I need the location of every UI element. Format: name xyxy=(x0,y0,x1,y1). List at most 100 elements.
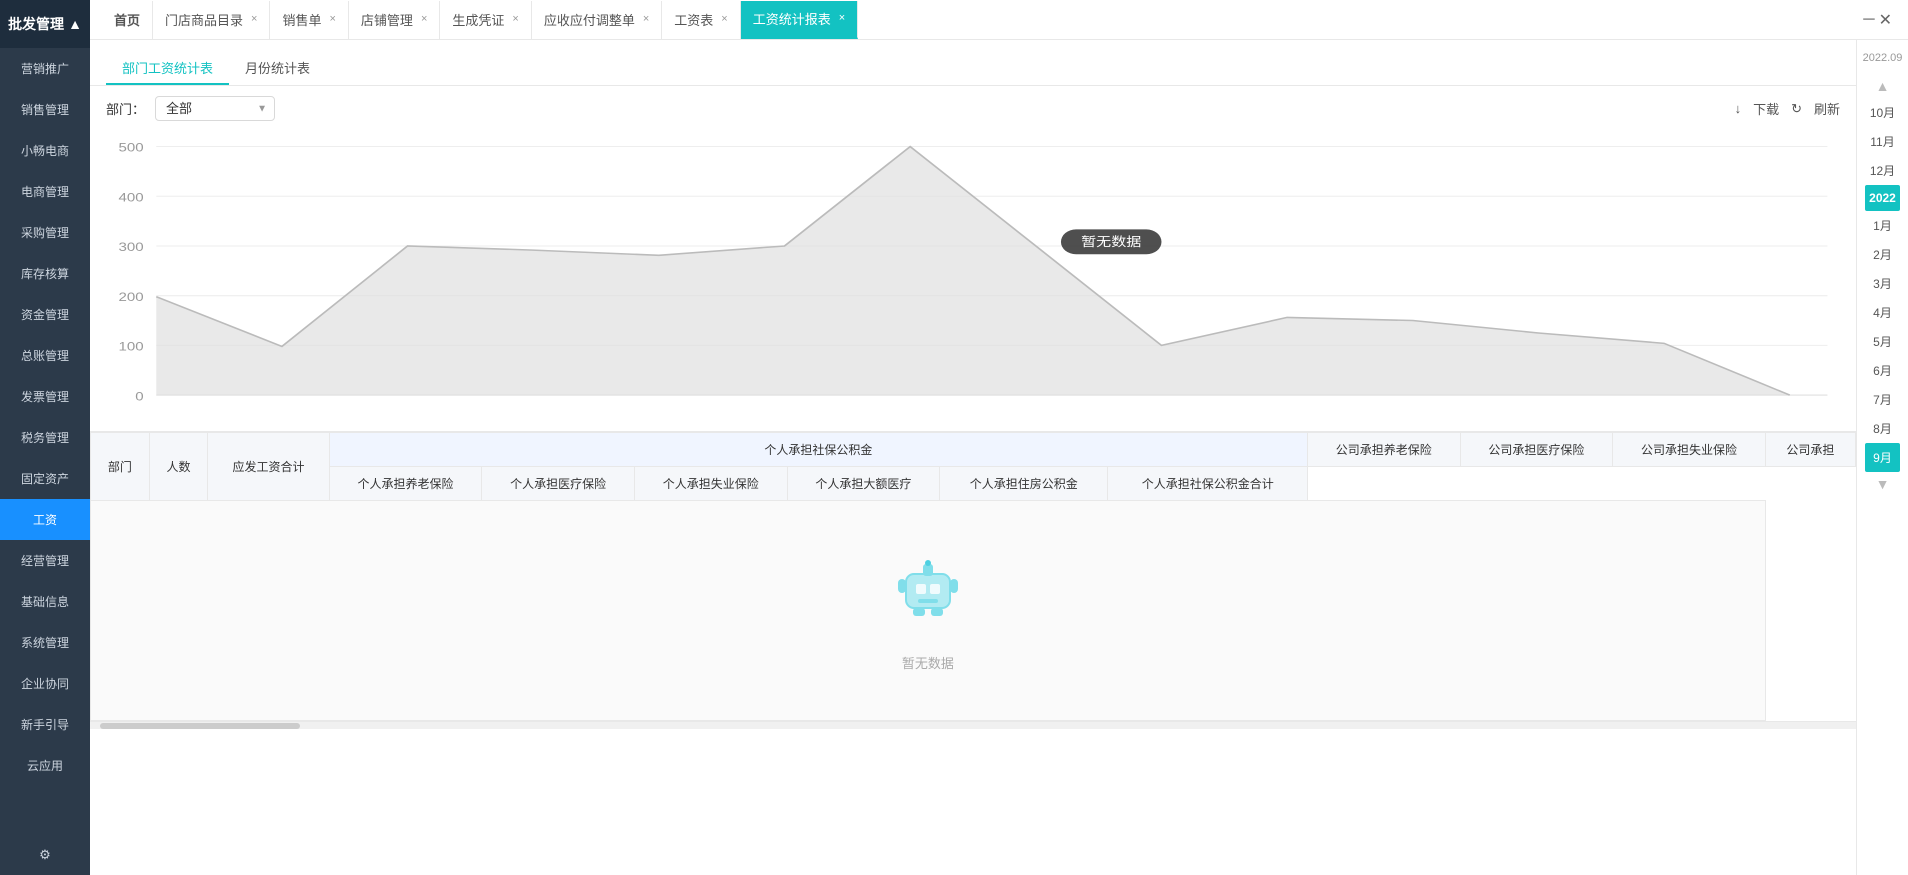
sidebar-header[interactable]: 批发管理 ▲ xyxy=(0,0,90,48)
month-item-2月[interactable]: 2月 xyxy=(1865,240,1900,269)
tab-工资表[interactable]: 工资表 × xyxy=(662,1,740,39)
sidebar-item-销售管理[interactable]: 销售管理 xyxy=(0,89,90,130)
tab-label: 店铺管理 xyxy=(361,10,413,29)
tab-销售单[interactable]: 销售单 × xyxy=(270,1,348,39)
sidebar-item-营销推广[interactable]: 营销推广 xyxy=(0,48,90,89)
month-item-5月[interactable]: 5月 xyxy=(1865,327,1900,356)
month-item-4月[interactable]: 4月 xyxy=(1865,298,1900,327)
col-group-personal: 个人承担社保公积金 xyxy=(329,433,1307,467)
tab-label: 销售单 xyxy=(282,10,321,29)
tab-close-icon[interactable]: × xyxy=(643,14,649,25)
month-item-12月[interactable]: 12月 xyxy=(1865,156,1900,185)
sidebar-item-库存核算[interactable]: 库存核算 xyxy=(0,253,90,294)
table-container: 部门 人数 应发工资合计 个人承担社保公积金 公司承担养老保险 公司承担医疗保险… xyxy=(90,431,1856,875)
tab-close-icon[interactable]: × xyxy=(421,14,427,25)
sub-tab-月份统计表[interactable]: 月份统计表 xyxy=(229,52,326,85)
empty-state-cell: 暂无数据 xyxy=(91,501,1766,721)
sidebar: 批发管理 ▲ 营销推广销售管理小畅电商电商管理采购管理库存核算资金管理总账管理发… xyxy=(0,0,90,875)
sidebar-item-云应用[interactable]: 云应用 xyxy=(0,745,90,786)
tab-bar: 首页门店商品目录×销售单×店铺管理×生成凭证×应收应付调整单×工资表×工资统计报… xyxy=(90,0,1908,40)
month-item-1月[interactable]: 1月 xyxy=(1865,211,1900,240)
page-content: 部门工资统计表月份统计表 部门： 全部 销售部 财务部 技术部 ▼ xyxy=(90,40,1856,875)
sidebar-item-新手引导[interactable]: 新手引导 xyxy=(0,704,90,745)
tab-店铺管理[interactable]: 店铺管理 × xyxy=(349,1,440,39)
dept-select[interactable]: 全部 销售部 财务部 技术部 xyxy=(155,96,275,121)
month-item-10月[interactable]: 10月 xyxy=(1865,98,1900,127)
col-personal-unemployment: 个人承担失业保险 xyxy=(634,467,787,501)
sidebar-item-资金管理[interactable]: 资金管理 xyxy=(0,294,90,335)
month-item-9月[interactable]: 9月 xyxy=(1865,443,1900,472)
col-personal-total: 个人承担社保公积金合计 xyxy=(1108,467,1308,501)
empty-icon xyxy=(141,549,1715,643)
sidebar-item-经营管理[interactable]: 经营管理 xyxy=(0,540,90,581)
month-item-3月[interactable]: 3月 xyxy=(1865,269,1900,298)
tab-close-icon[interactable]: × xyxy=(251,14,257,25)
main-area: 首页门店商品目录×销售单×店铺管理×生成凭证×应收应付调整单×工资表×工资统计报… xyxy=(90,0,1908,875)
tab-首页[interactable]: 首页 xyxy=(98,1,153,39)
sidebar-header-arrow: ▲ xyxy=(68,16,82,32)
download-icon: ↓ xyxy=(1735,101,1742,116)
col-personal-housing: 个人承担住房公积金 xyxy=(940,467,1108,501)
month-item-7月[interactable]: 7月 xyxy=(1865,385,1900,414)
dept-label: 部门： xyxy=(106,99,145,118)
svg-text:暂无数据: 暂无数据 xyxy=(1081,234,1141,248)
tab-生成凭证[interactable]: 生成凭证 × xyxy=(440,1,531,39)
dept-select-wrapper: 全部 销售部 财务部 技术部 ▼ xyxy=(155,96,275,121)
tab-close-icon[interactable]: × xyxy=(839,13,845,24)
tab-close-icon[interactable]: × xyxy=(512,14,518,25)
col-personal-pension: 个人承担养老保险 xyxy=(329,467,482,501)
col-total-salary: 应发工资合计 xyxy=(208,433,329,501)
scroll-down-arrow[interactable]: ▼ xyxy=(1872,472,1894,496)
sidebar-item-固定资产[interactable]: 固定资产 xyxy=(0,458,90,499)
scroll-up-arrow[interactable]: ▲ xyxy=(1872,74,1894,98)
settings-icon: ⚙ xyxy=(39,847,51,862)
tab-close-icon[interactable]: × xyxy=(329,14,335,25)
col-personal-bigmedical: 个人承担大额医疗 xyxy=(787,467,940,501)
tab-门店商品目录[interactable]: 门店商品目录× xyxy=(153,1,270,39)
sidebar-item-发票管理[interactable]: 发票管理 xyxy=(0,376,90,417)
sidebar-item-采购管理[interactable]: 采购管理 xyxy=(0,212,90,253)
horizontal-scrollbar[interactable] xyxy=(90,721,1856,729)
tab-label: 首页 xyxy=(114,10,140,29)
col-company-medical: 公司承担医疗保险 xyxy=(1460,433,1613,467)
empty-robot-icon xyxy=(888,549,968,629)
sidebar-item-税务管理[interactable]: 税务管理 xyxy=(0,417,90,458)
sidebar-item-小畅电商[interactable]: 小畅电商 xyxy=(0,130,90,171)
sidebar-item-基础信息[interactable]: 基础信息 xyxy=(0,581,90,622)
sub-tabs: 部门工资统计表月份统计表 xyxy=(90,40,1856,86)
tab-应收应付调整单[interactable]: 应收应付调整单 × xyxy=(532,1,662,39)
svg-text:100: 100 xyxy=(119,339,144,353)
sidebar-item-系统管理[interactable]: 系统管理 xyxy=(0,622,90,663)
tab-close-icon[interactable]: × xyxy=(721,14,727,25)
sub-tab-部门工资统计表[interactable]: 部门工资统计表 xyxy=(106,52,229,85)
refresh-button[interactable]: 刷新 xyxy=(1814,99,1840,118)
svg-text:0: 0 xyxy=(135,389,144,403)
toolbar: 部门： 全部 销售部 财务部 技术部 ▼ ↓ 下载 ↻ xyxy=(90,86,1856,131)
tab-工资统计报表[interactable]: 工资统计报表 × xyxy=(741,1,858,39)
svg-text:300: 300 xyxy=(119,239,144,253)
sidebar-item-工资[interactable]: 工资 xyxy=(0,499,90,540)
sidebar-item-电商管理[interactable]: 电商管理 xyxy=(0,171,90,212)
month-item-8月[interactable]: 8月 xyxy=(1865,414,1900,443)
tab-label: 工资统计报表 xyxy=(753,9,831,28)
refresh-icon: ↻ xyxy=(1791,101,1802,117)
sidebar-footer[interactable]: ⚙ xyxy=(0,835,90,875)
month-item-11月[interactable]: 11月 xyxy=(1865,127,1900,156)
right-sidebar: 2022.09 ▲ 10月11月12月20221月2月3月4月5月6月7月8月9… xyxy=(1856,40,1908,875)
scrollbar-thumb[interactable] xyxy=(100,723,300,729)
sidebar-header-label: 批发管理 xyxy=(8,14,64,34)
month-item-6月[interactable]: 6月 xyxy=(1865,356,1900,385)
window-close-button[interactable]: ─ ✕ xyxy=(1855,10,1900,30)
sidebar-item-总账管理[interactable]: 总账管理 xyxy=(0,335,90,376)
col-company-pension: 公司承担养老保险 xyxy=(1308,433,1461,467)
download-button[interactable]: 下载 xyxy=(1753,99,1779,118)
month-item-2022[interactable]: 2022 xyxy=(1865,185,1900,211)
tab-label: 工资表 xyxy=(674,10,713,29)
svg-text:500: 500 xyxy=(119,140,144,154)
tab-label: 生成凭证 xyxy=(452,10,504,29)
tab-label: 应收应付调整单 xyxy=(544,10,635,29)
svg-text:400: 400 xyxy=(119,190,144,204)
content-wrapper: 部门工资统计表月份统计表 部门： 全部 销售部 财务部 技术部 ▼ xyxy=(90,40,1908,875)
sidebar-item-企业协同[interactable]: 企业协同 xyxy=(0,663,90,704)
chart-area: 500 400 300 200 100 0 xyxy=(90,131,1856,431)
